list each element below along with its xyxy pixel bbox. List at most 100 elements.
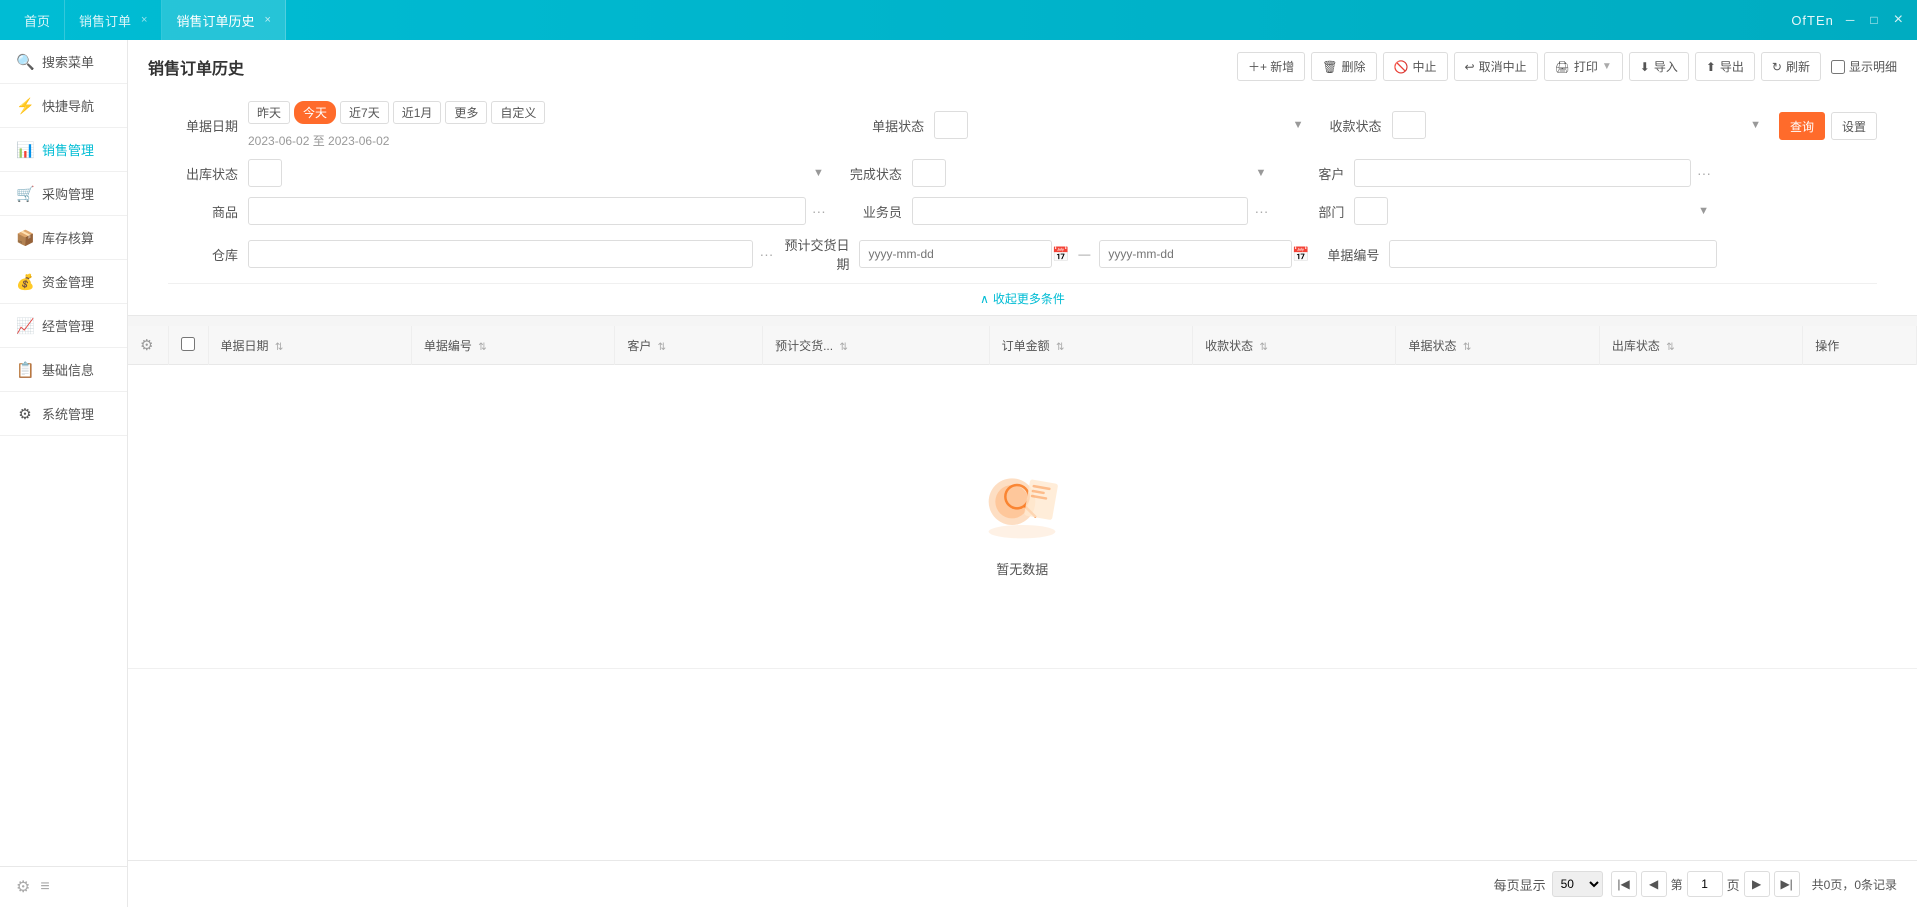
cancel-stop-button[interactable]: ↩ 取消中止 xyxy=(1454,52,1538,81)
sidebar-search-menu-label: 搜索菜单 xyxy=(42,52,94,71)
date-sort-icon[interactable]: ⇅ xyxy=(275,342,283,353)
tab-sales-order-label: 销售订单 xyxy=(79,11,131,30)
new-button[interactable]: ＋ + 新增 xyxy=(1237,52,1305,81)
date-yesterday-btn[interactable]: 昨天 xyxy=(248,101,290,124)
table-select-all-checkbox[interactable] xyxy=(181,337,195,351)
delivery-date-end-calendar-icon[interactable]: 📅 xyxy=(1292,246,1309,263)
complete-status-select[interactable] xyxy=(912,159,946,187)
display-detail-input[interactable] xyxy=(1831,60,1845,74)
new-icon: ＋ xyxy=(1248,58,1260,75)
tab-sales-history[interactable]: 销售订单历史 × xyxy=(162,0,285,40)
dept-chevron-icon: ▼ xyxy=(1698,205,1709,217)
capital-mgmt-icon: 💰 xyxy=(16,273,34,291)
salesperson-dots-icon[interactable]: ··· xyxy=(1248,203,1274,219)
tab-sales-order[interactable]: 销售订单 × xyxy=(65,0,162,40)
sidebar-quick-nav-label: 快捷导航 xyxy=(42,96,94,115)
delivery-status-select[interactable] xyxy=(248,159,282,187)
page-unit-label: 页 xyxy=(1727,875,1740,894)
table-col-amount: 订单金额 ⇅ xyxy=(989,326,1192,365)
customer-input[interactable] xyxy=(1354,159,1691,187)
delete-icon: 🗑 xyxy=(1322,60,1337,74)
display-detail-checkbox[interactable]: 显示明细 xyxy=(1831,58,1897,75)
sidebar-item-purchase-mgmt[interactable]: 🛒 采购管理 xyxy=(0,172,127,216)
filter-dept-col: 部门 ▼ xyxy=(1274,197,1717,225)
sidebar-item-inventory-check[interactable]: 📦 库存核算 xyxy=(0,216,127,260)
stop-button[interactable]: 🚫 中止 xyxy=(1383,52,1448,81)
sidebar-menu-icon[interactable]: ≡ xyxy=(40,878,49,896)
sidebar-item-search-menu[interactable]: 🔍 搜索菜单 xyxy=(0,40,127,84)
date-more-btn[interactable]: 更多 xyxy=(445,101,487,124)
filter-delivery-status-col: 出库状态 ▼ xyxy=(168,159,832,187)
import-button[interactable]: ⬇ 导入 xyxy=(1629,52,1689,81)
tab-sales-history-close[interactable]: × xyxy=(264,14,270,26)
tab-home[interactable]: 首页 xyxy=(10,0,65,40)
salesperson-input[interactable] xyxy=(912,197,1249,225)
sidebar-item-sales-mgmt[interactable]: 📊 销售管理 xyxy=(0,128,127,172)
date-quick-btns: 昨天 今天 近7天 近1月 更多 自定义 xyxy=(248,101,545,124)
order-no-sort-icon[interactable]: ⇅ xyxy=(478,342,486,353)
delivery-date-start-input[interactable] xyxy=(859,240,1052,268)
date-custom-btn[interactable]: 自定义 xyxy=(491,101,545,124)
warehouse-input[interactable] xyxy=(248,240,753,268)
payment-status-select[interactable] xyxy=(1392,111,1426,139)
date-range-text: 2023-06-02 至 2023-06-02 xyxy=(248,132,389,149)
first-page-btn[interactable]: |◀ xyxy=(1611,871,1637,897)
page-size-select[interactable]: 50 10 20 100 xyxy=(1552,871,1603,897)
warehouse-dots-icon[interactable]: ··· xyxy=(753,246,779,262)
delivery-date-label: 预计交货日期 xyxy=(779,235,859,273)
date-today-btn[interactable]: 今天 xyxy=(294,101,336,124)
customer-sort-icon[interactable]: ⇅ xyxy=(658,342,666,353)
page-header: 销售订单历史 ＋ + 新增 🗑 删除 🚫 中止 ↩ xyxy=(128,40,1917,316)
sidebar-item-basic-info[interactable]: 📋 基础信息 xyxy=(0,348,127,392)
goods-input[interactable] xyxy=(248,197,806,225)
filter-date-col: 单据日期 昨天 今天 近7天 近1月 更多 自定义 2023-06-02 至 2… xyxy=(168,101,854,149)
delete-button[interactable]: 🗑 删除 xyxy=(1311,52,1376,81)
export-button[interactable]: ⬆ 导出 xyxy=(1695,52,1755,81)
date-filter-value: 昨天 今天 近7天 近1月 更多 自定义 2023-06-02 至 2023-0… xyxy=(248,101,854,149)
payment-status-sort-icon[interactable]: ⇅ xyxy=(1259,342,1267,353)
tab-sales-order-close[interactable]: × xyxy=(141,14,147,26)
query-button[interactable]: 查询 xyxy=(1779,112,1825,140)
tab-home-label: 首页 xyxy=(24,11,50,30)
minimize-btn[interactable]: ─ xyxy=(1842,13,1859,27)
table-gear-icon[interactable]: ⚙ xyxy=(140,337,153,354)
sidebar-item-sys-mgmt[interactable]: ⚙ 系统管理 xyxy=(0,392,127,436)
filter-delivery-date-col: 预计交货日期 📅 — 📅 xyxy=(779,235,1309,273)
date-7days-btn[interactable]: 近7天 xyxy=(340,101,389,124)
prev-page-btn[interactable]: ◀ xyxy=(1641,871,1667,897)
maximize-btn[interactable]: □ xyxy=(1866,13,1881,27)
delivery-status-sort-icon[interactable]: ⇅ xyxy=(1666,342,1674,353)
dept-select[interactable] xyxy=(1354,197,1388,225)
sidebar-item-quick-nav[interactable]: ⚡ 快捷导航 xyxy=(0,84,127,128)
next-page-btn[interactable]: ▶ xyxy=(1744,871,1770,897)
customer-dots-icon[interactable]: ··· xyxy=(1691,165,1717,181)
settings-btn[interactable]: 设置 xyxy=(1831,112,1877,140)
order-status-sort-icon[interactable]: ⇅ xyxy=(1463,342,1471,353)
refresh-button[interactable]: ↻ 刷新 xyxy=(1761,52,1821,81)
amount-sort-icon[interactable]: ⇅ xyxy=(1056,342,1064,353)
delivery-date-sort-icon[interactable]: ⇅ xyxy=(839,342,847,353)
table-col-operation: 操作 xyxy=(1803,326,1917,365)
print-icon: 🖨 xyxy=(1555,60,1570,74)
sidebar-settings-icon[interactable]: ⚙ xyxy=(16,877,30,897)
filter-area: 单据日期 昨天 今天 近7天 近1月 更多 自定义 2023-06-02 至 2… xyxy=(148,91,1897,315)
order-no-input[interactable] xyxy=(1389,240,1717,268)
sidebar-item-ops-mgmt[interactable]: 📈 经营管理 xyxy=(0,304,127,348)
close-btn[interactable]: × xyxy=(1890,11,1907,29)
empty-cell: 暂无数据 xyxy=(128,365,1917,669)
filter-row-1: 单据日期 昨天 今天 近7天 近1月 更多 自定义 2023-06-02 至 2… xyxy=(168,101,1877,149)
page-input[interactable] xyxy=(1687,871,1723,897)
inventory-check-icon: 📦 xyxy=(16,229,34,247)
sidebar-item-capital-mgmt[interactable]: 💰 资金管理 xyxy=(0,260,127,304)
collapse-bar[interactable]: ∧ 收起更多条件 xyxy=(168,283,1877,315)
delivery-date-start-calendar-icon[interactable]: 📅 xyxy=(1052,246,1069,263)
last-page-btn[interactable]: ▶| xyxy=(1774,871,1800,897)
print-button[interactable]: 🖨 打印 ▼ xyxy=(1544,52,1623,81)
date-filter-label: 单据日期 xyxy=(168,116,248,135)
filter-row-2: 出库状态 ▼ 完成状态 xyxy=(168,159,1877,187)
order-status-select[interactable] xyxy=(934,111,968,139)
goods-dots-icon[interactable]: ··· xyxy=(806,203,832,219)
delivery-date-end-input[interactable] xyxy=(1099,240,1292,268)
goods-label: 商品 xyxy=(168,202,248,221)
date-1month-btn[interactable]: 近1月 xyxy=(393,101,442,124)
